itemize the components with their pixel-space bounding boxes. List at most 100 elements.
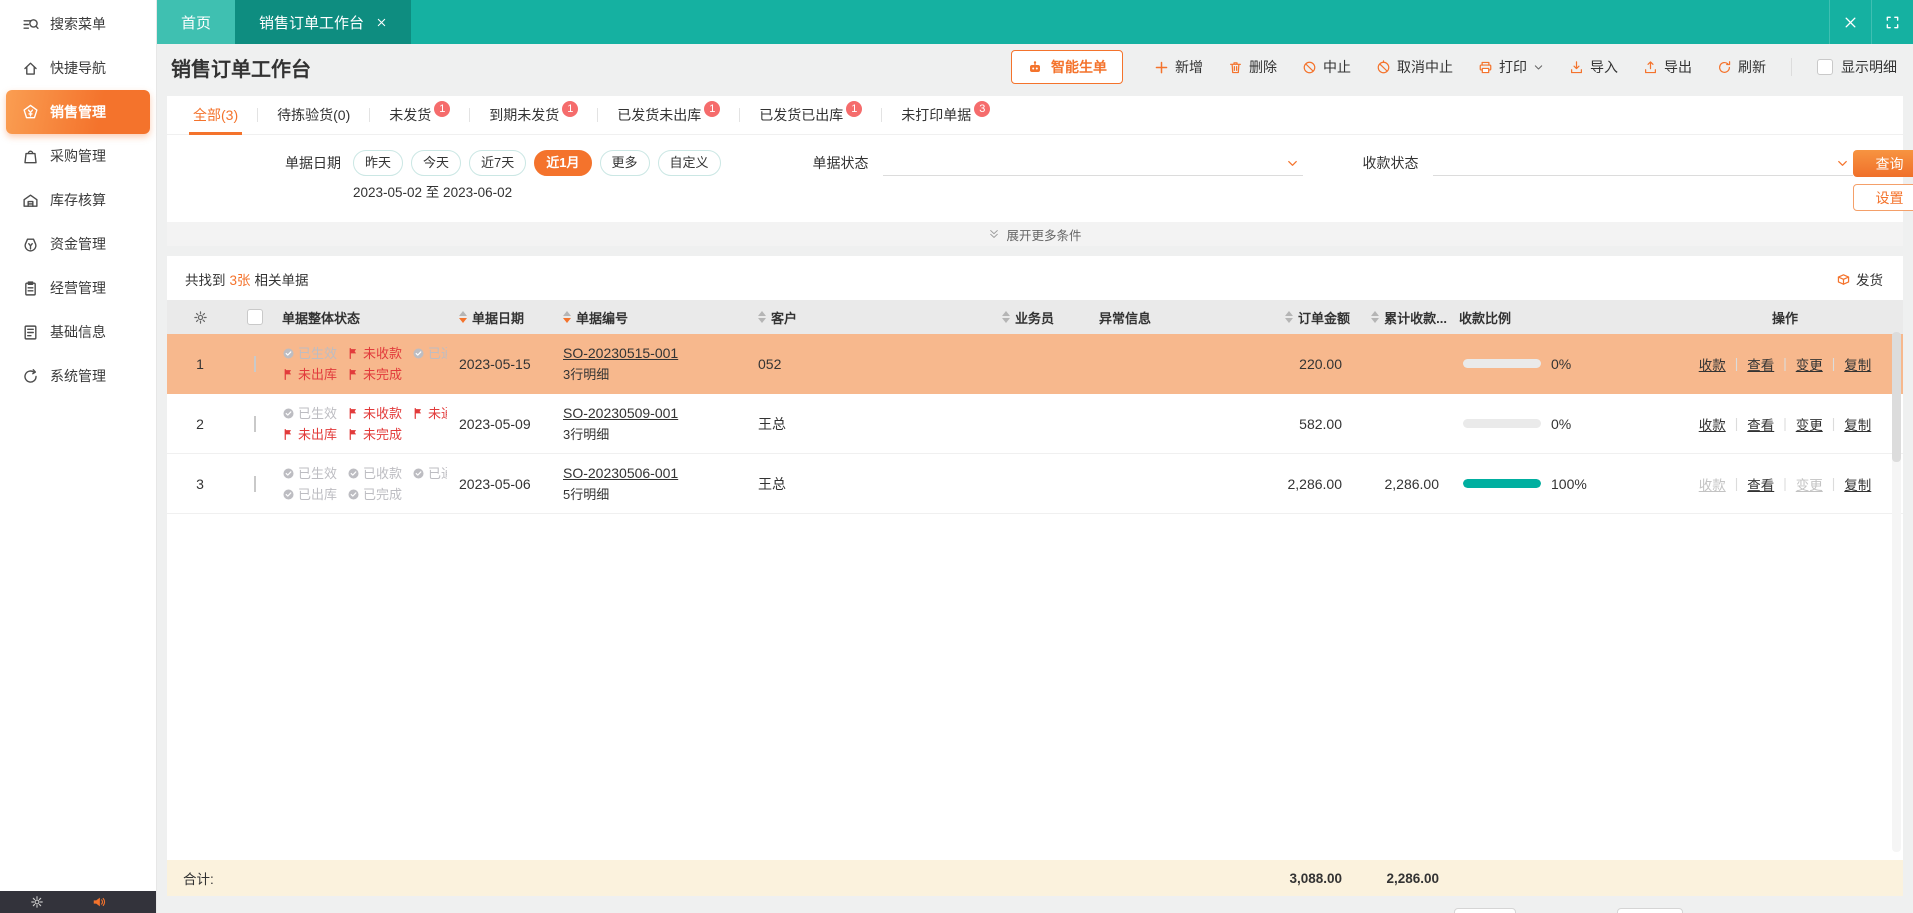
tab-home[interactable]: 首页 <box>157 0 236 44</box>
filter-tab-6[interactable]: 未打印单据 3 <box>901 96 991 135</box>
sort-icons[interactable] <box>1002 311 1010 323</box>
column-header-2[interactable]: 单据编号 <box>557 308 752 327</box>
select-all-header[interactable] <box>233 309 276 325</box>
page-number-input[interactable] <box>1617 908 1684 913</box>
speaker-icon[interactable] <box>92 895 106 909</box>
row-checkbox[interactable] <box>253 355 256 372</box>
action-view-link[interactable]: 查看 <box>1747 474 1774 494</box>
row-status-cell: 已生效 已收款 已通知已出库 已完成 <box>276 463 453 505</box>
date-quick-options: 昨天 今天 近7天 近1月 更多 自定义 <box>353 150 721 176</box>
ship-button[interactable]: 发货 <box>1836 269 1883 289</box>
action-change-link[interactable]: 变更 <box>1796 354 1823 374</box>
filter-tab-label: 全部(3) <box>193 107 239 123</box>
filter-tab-4[interactable]: 已发货未出库 1 <box>617 96 721 135</box>
column-header-3[interactable]: 客户 <box>752 308 996 327</box>
column-header-7[interactable]: 累计收款... <box>1356 308 1453 327</box>
sort-icons[interactable] <box>1284 311 1293 323</box>
toolbar-plus-button[interactable]: 新增 <box>1154 57 1203 77</box>
show-detail-checkbox[interactable] <box>1817 59 1833 75</box>
scrollbar-thumb[interactable] <box>1892 332 1901 462</box>
action-copy-link[interactable]: 复制 <box>1844 414 1871 434</box>
query-button[interactable]: 查询 <box>1852 150 1913 177</box>
row-select-cell[interactable] <box>233 475 276 492</box>
row-select-cell[interactable] <box>233 415 276 432</box>
action-receive-link[interactable]: 收款 <box>1699 354 1726 374</box>
filter-tab-0[interactable]: 全部(3) <box>188 96 243 135</box>
window-fullscreen-button[interactable] <box>1871 0 1913 44</box>
smart-generate-button[interactable]: 智能生单 <box>1011 50 1123 84</box>
check-circle-icon <box>348 467 359 479</box>
sort-icons[interactable] <box>563 311 571 323</box>
column-header-6[interactable]: 订单金额 <box>1252 308 1356 327</box>
toolbar-ban-cancel-button[interactable]: 取消中止 <box>1376 57 1453 77</box>
action-copy-link[interactable]: 复制 <box>1844 354 1871 374</box>
gear-icon[interactable] <box>30 895 44 909</box>
flag-icon <box>349 347 357 359</box>
column-settings-header[interactable] <box>167 310 233 325</box>
row-checkbox[interactable] <box>253 475 256 492</box>
order-number-link[interactable]: SO-20230506-001 <box>563 465 678 481</box>
vertical-scrollbar[interactable] <box>1892 332 1901 852</box>
date-option-pill[interactable]: 昨天 <box>353 150 404 176</box>
order-status-filter: 单据状态 <box>813 150 1303 176</box>
toolbar-ban-button[interactable]: 中止 <box>1302 57 1351 77</box>
select-all-checkbox[interactable] <box>246 309 263 325</box>
action-view-link[interactable]: 查看 <box>1747 414 1774 434</box>
settings-button[interactable]: 设置 <box>1852 184 1913 211</box>
sidebar-item-sales[interactable]: 销售管理 <box>6 90 150 134</box>
date-option-pill[interactable]: 自定义 <box>657 150 721 176</box>
toolbar-refresh-button[interactable]: 刷新 <box>1717 57 1766 77</box>
column-label: 单据日期 <box>472 310 525 326</box>
action-copy-link[interactable]: 复制 <box>1844 474 1871 494</box>
sort-icons[interactable] <box>758 311 766 323</box>
column-header-1[interactable]: 单据日期 <box>453 308 557 327</box>
per-page-select[interactable]: 50 <box>1454 908 1517 913</box>
sidebar-item-home[interactable]: 快捷导航 <box>0 46 156 90</box>
window-close-button[interactable] <box>1829 0 1871 44</box>
tab-sales-order-workbench[interactable]: 销售订单工作台 <box>235 0 412 44</box>
order-number-link[interactable]: SO-20230515-001 <box>563 345 678 361</box>
order-status-label: 单据状态 <box>812 155 869 171</box>
toolbar-trash-button[interactable]: 删除 <box>1228 57 1277 77</box>
date-option-pill[interactable]: 近7天 <box>469 150 527 176</box>
sort-icons[interactable] <box>459 311 467 323</box>
sidebar-item-operations[interactable]: 经营管理 <box>0 266 156 310</box>
expand-more-filters[interactable]: 展开更多条件 <box>167 222 1903 246</box>
row-select-cell[interactable] <box>233 355 276 372</box>
date-range-value[interactable]: 2023-05-02 至 2023-06-02 <box>353 181 721 201</box>
sidebar-item-purchase[interactable]: 采购管理 <box>0 134 156 178</box>
check-circle-icon <box>283 488 294 500</box>
show-detail-toggle[interactable]: 显示明细 <box>1817 57 1897 77</box>
sort-icons[interactable] <box>1371 311 1380 323</box>
import-icon <box>1571 60 1582 73</box>
order-number-link[interactable]: SO-20230509-001 <box>563 405 678 421</box>
filter-tab-1[interactable]: 待拣验货(0) <box>277 96 350 135</box>
window-controls <box>1829 0 1913 44</box>
toolbar-export-button[interactable]: 导出 <box>1643 57 1692 77</box>
date-option-pill[interactable]: 近1月 <box>534 150 592 176</box>
column-header-4[interactable]: 业务员 <box>996 308 1093 327</box>
row-checkbox[interactable] <box>253 415 256 432</box>
payment-status-select[interactable] <box>1432 150 1853 176</box>
found-suffix: 相关单据 <box>254 273 309 288</box>
date-option-pill[interactable]: 今天 <box>411 150 462 176</box>
action-view-link[interactable]: 查看 <box>1747 354 1774 374</box>
main-content: 销售订单工作台 智能生单 新增 删除 中止 取消中止 打印 导入 导出 刷新 显示明细 全部(3)… <box>157 44 1913 913</box>
action-change-link[interactable]: 变更 <box>1796 474 1823 494</box>
date-option-pill[interactable]: 更多 <box>599 150 650 176</box>
order-status-select[interactable] <box>882 150 1303 176</box>
sidebar-item-baseinfo[interactable]: 基础信息 <box>0 310 156 354</box>
status-label: 未收款 <box>363 345 403 361</box>
filter-tab-3[interactable]: 到期未发货 1 <box>489 96 579 135</box>
filter-tab-5[interactable]: 已发货已出库 1 <box>759 96 863 135</box>
sidebar-item-search[interactable]: 搜索菜单 <box>0 2 156 46</box>
action-receive-link[interactable]: 收款 <box>1699 474 1726 494</box>
toolbar-import-button[interactable]: 导入 <box>1569 57 1618 77</box>
filter-tab-2[interactable]: 未发货 1 <box>389 96 451 135</box>
action-change-link[interactable]: 变更 <box>1796 414 1823 434</box>
sidebar-item-system[interactable]: 系统管理 <box>0 354 156 398</box>
sidebar-item-inventory[interactable]: 库存核算 <box>0 178 156 222</box>
toolbar-printer-button[interactable]: 打印 <box>1478 57 1544 77</box>
sidebar-item-funds[interactable]: 资金管理 <box>0 222 156 266</box>
action-receive-link[interactable]: 收款 <box>1699 414 1726 434</box>
